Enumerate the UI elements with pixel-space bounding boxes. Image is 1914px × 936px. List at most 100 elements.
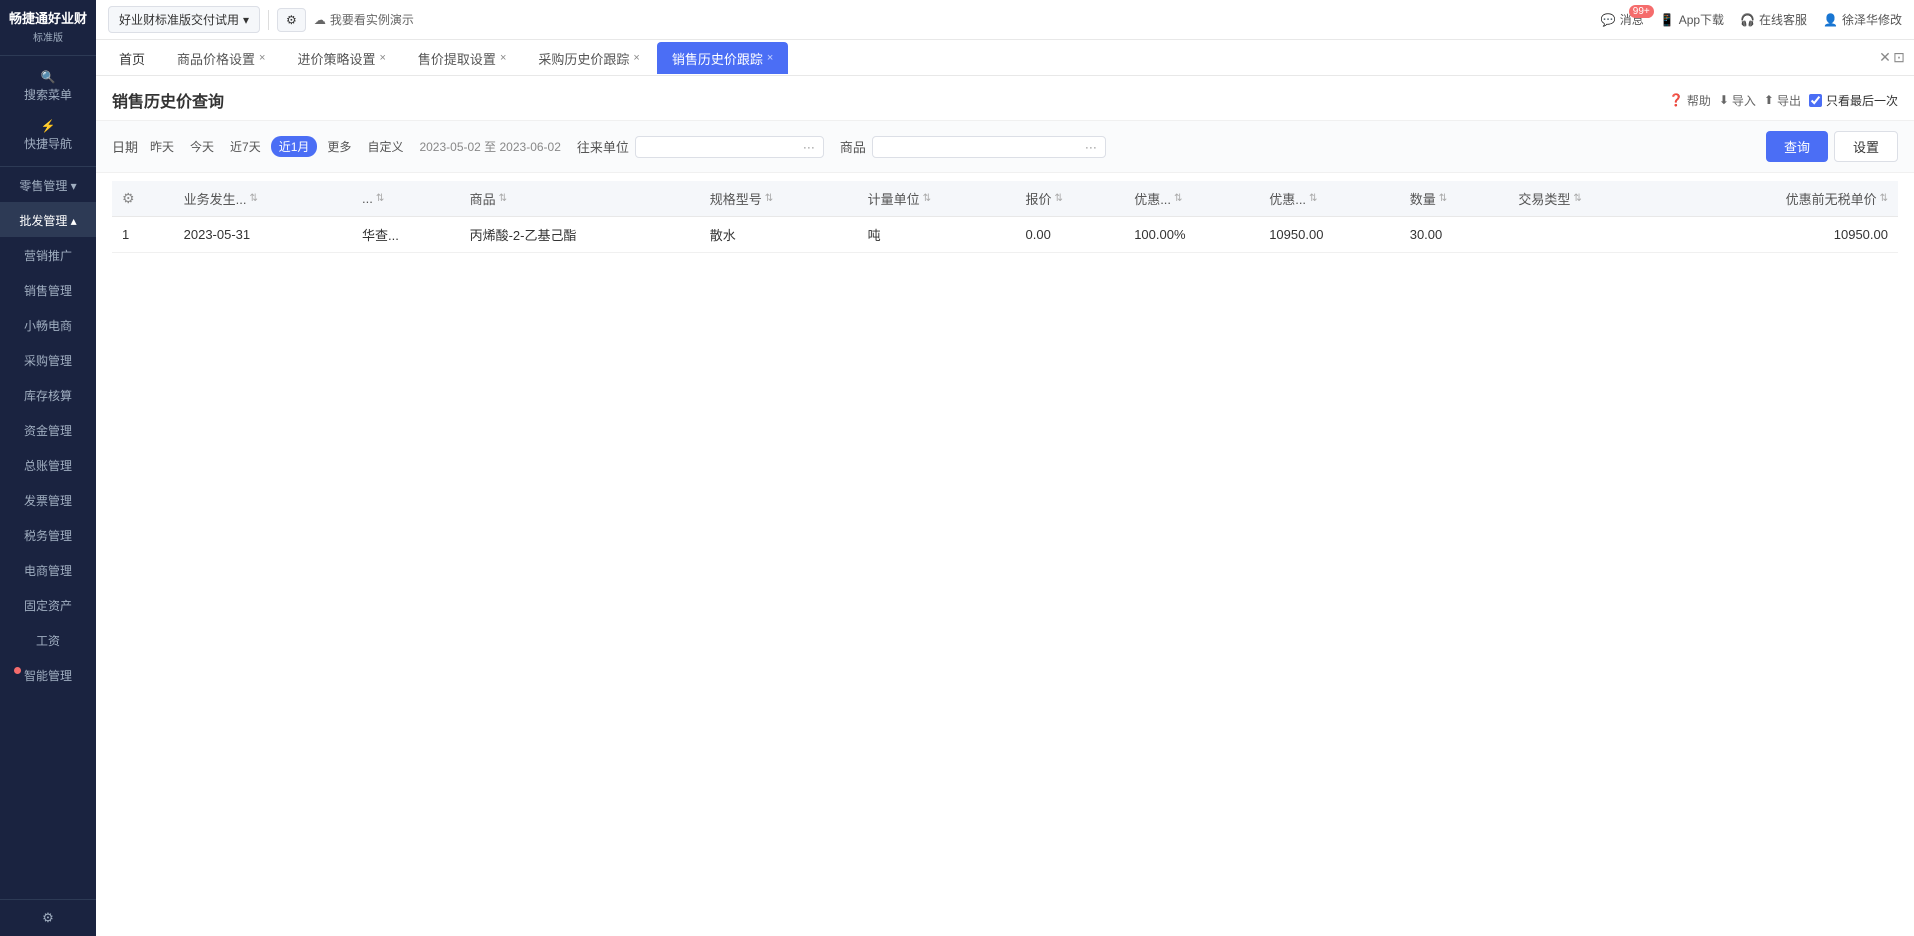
col-pretax-header[interactable]: 优惠前无税单价 (1666, 181, 1898, 217)
cell-unit: 吨 (858, 217, 1016, 253)
close-window-button[interactable]: ✕ (1878, 51, 1892, 65)
settings-button-filter[interactable]: 设置 (1834, 131, 1898, 162)
col-qty-header[interactable]: 数量 (1400, 181, 1509, 217)
col-goods-sort[interactable]: 商品 (470, 189, 507, 208)
sidebar-item-search[interactable]: 🔍 搜索菜单 (0, 62, 96, 111)
col-discount2-sort[interactable]: 优惠... (1269, 189, 1317, 208)
sidebar-item-sales[interactable]: 销售管理 (0, 272, 96, 307)
col-goods-header[interactable]: 商品 (460, 181, 700, 217)
source-more-btn[interactable]: ··· (803, 140, 815, 154)
goods-more-btn[interactable]: ··· (1085, 140, 1097, 154)
sidebar-item-marketing[interactable]: 营销推广 (0, 237, 96, 272)
topbar-right: 💬 消息 99+ 📱 App下载 🎧 在线客服 👤 徐泽华修改 (1601, 11, 1902, 28)
goods-input[interactable] (881, 140, 1081, 154)
col-price-header[interactable]: 报价 (1016, 181, 1125, 217)
tab-strategy[interactable]: 进价策略设置 × (282, 42, 400, 74)
tab-price[interactable]: 商品价格设置 × (162, 42, 280, 74)
col-pretax-sort[interactable]: 优惠前无税单价 (1786, 189, 1888, 208)
tab-sales-history[interactable]: 销售历史价跟踪 × (657, 42, 788, 74)
main-area: 好业财标准版交付试用 ▾ ⚙ ☁ 我要看实例演示 💬 消息 99+ 📱 App下… (96, 0, 1914, 936)
col-spec-sort[interactable]: 规格型号 (710, 189, 773, 208)
maximize-window-button[interactable]: ⊡ (1892, 51, 1906, 65)
table-body: 1 2023-05-31 华查... 丙烯酸-2-乙基己酯 散水 吨 0.00 … (112, 217, 1898, 253)
help-icon: ❓ (1669, 93, 1684, 107)
col-discount2-header[interactable]: 优惠... (1259, 181, 1400, 217)
help-link[interactable]: ❓ 帮助 (1669, 92, 1711, 109)
sidebar-item-ledger[interactable]: 总账管理 (0, 447, 96, 482)
col-unit-sort[interactable]: 计量单位 (868, 189, 931, 208)
date-opt-more[interactable]: 更多 (321, 136, 357, 157)
date-opt-custom[interactable]: 自定义 (361, 136, 409, 157)
col-discount1-header[interactable]: 优惠... (1124, 181, 1259, 217)
tab-strategy-label: 进价策略设置 (297, 49, 375, 68)
col-extra-sort[interactable]: ... (362, 191, 384, 206)
table-head: ⚙ 业务发生... ... 商品 规格型号 计量单位 报价 优惠... 优惠..… (112, 181, 1898, 217)
col-price-sort[interactable]: 报价 (1026, 189, 1063, 208)
cell-price: 0.00 (1016, 217, 1125, 253)
source-filter-label: 往来单位 (577, 137, 629, 156)
sidebar-item-purchase[interactable]: 采购管理 (0, 342, 96, 377)
online-service-button[interactable]: 🎧 在线客服 (1740, 11, 1807, 28)
tab-home[interactable]: 首页 (104, 42, 160, 74)
tab-extract[interactable]: 售价提取设置 × (403, 42, 521, 74)
col-date-header[interactable]: 业务发生... (174, 181, 352, 217)
sidebar-item-ecom[interactable]: 电商管理 (0, 552, 96, 587)
app-download-button[interactable]: 📱 App下载 (1660, 11, 1724, 28)
sidebar-item-salary[interactable]: 工资 (0, 622, 96, 657)
date-opt-yesterday[interactable]: 昨天 (144, 136, 180, 157)
user-menu[interactable]: 👤 徐泽华修改 (1823, 11, 1902, 28)
demo-link[interactable]: ☁ 我要看实例演示 (314, 11, 414, 28)
data-table-wrap: ⚙ 业务发生... ... 商品 规格型号 计量单位 报价 优惠... 优惠..… (96, 173, 1914, 261)
tab-strategy-close[interactable]: × (379, 52, 385, 64)
import-link[interactable]: ⬇ 导入 (1719, 92, 1756, 109)
tab-purchase-history-close[interactable]: × (633, 52, 639, 64)
col-discount1-sort[interactable]: 优惠... (1134, 189, 1182, 208)
sidebar-item-wholesale[interactable]: 批发管理 ▴ (0, 202, 96, 237)
sidebar-settings[interactable]: ⚙ (0, 899, 96, 936)
col-date-sort[interactable]: 业务发生... (184, 189, 258, 208)
sidebar-item-finance[interactable]: 资金管理 (0, 412, 96, 447)
sidebar-item-ecom-small[interactable]: 小畅电商 (0, 307, 96, 342)
tab-sales-history-close[interactable]: × (767, 52, 773, 64)
table-col-settings-icon[interactable]: ⚙ (122, 190, 135, 206)
export-link[interactable]: ⬆ 导出 (1764, 92, 1801, 109)
product-switcher[interactable]: 好业财标准版交付试用 ▾ (108, 6, 260, 33)
sidebar-item-assets[interactable]: 固定资产 (0, 587, 96, 622)
tab-price-close[interactable]: × (259, 52, 265, 64)
col-qty-sort[interactable]: 数量 (1410, 189, 1447, 208)
sidebar-item-quicknav[interactable]: ⚡ 快捷导航 (0, 111, 96, 160)
sidebar-item-retail[interactable]: 零售管理 ▾ (0, 167, 96, 202)
page-title: 销售历史价查询 (112, 88, 224, 112)
col-transtype-header[interactable]: 交易类型 (1508, 181, 1666, 217)
sidebar-item-smart[interactable]: 智能管理 (0, 657, 96, 692)
date-opt-last7[interactable]: 近7天 (224, 136, 267, 157)
import-label: 导入 (1732, 92, 1756, 109)
messages-button[interactable]: 💬 消息 99+ (1601, 11, 1644, 28)
date-opt-last1m[interactable]: 近1月 (271, 136, 318, 157)
table-row[interactable]: 1 2023-05-31 华查... 丙烯酸-2-乙基己酯 散水 吨 0.00 … (112, 217, 1898, 253)
col-transtype-sort[interactable]: 交易类型 (1518, 189, 1581, 208)
col-spec-header[interactable]: 规格型号 (700, 181, 858, 217)
cell-extra: 华查... (352, 217, 460, 253)
date-range-display: 2023-05-02 至 2023-06-02 (419, 138, 560, 155)
user-avatar-icon: 👤 (1823, 13, 1838, 27)
col-unit-header[interactable]: 计量单位 (858, 181, 1016, 217)
phone-icon: 📱 (1660, 13, 1675, 27)
settings-button[interactable]: ⚙ (277, 8, 306, 32)
col-settings-header[interactable]: ⚙ (112, 181, 174, 217)
sidebar-item-invoice[interactable]: 发票管理 (0, 482, 96, 517)
sidebar-menu: 零售管理 ▾ 批发管理 ▴ 营销推广 销售管理 小畅电商 采购管理 库存核算 资… (0, 167, 96, 899)
source-input[interactable] (644, 140, 799, 154)
only-last-checkbox-label[interactable]: 只看最后一次 (1809, 92, 1898, 109)
sidebar-item-inventory[interactable]: 库存核算 (0, 377, 96, 412)
tab-purchase-history[interactable]: 采购历史价跟踪 × (523, 42, 654, 74)
settings-gear-icon: ⚙ (42, 910, 54, 926)
tab-extract-close[interactable]: × (500, 52, 506, 64)
only-last-checkbox[interactable] (1809, 94, 1822, 107)
col-extra-header[interactable]: ... (352, 181, 460, 217)
query-button[interactable]: 查询 (1766, 131, 1828, 162)
sidebar: 畅捷通好业财 标准版 🔍 搜索菜单 ⚡ 快捷导航 零售管理 ▾ 批发管理 ▴ 营… (0, 0, 96, 936)
sidebar-item-tax[interactable]: 税务管理 (0, 517, 96, 552)
date-opt-today[interactable]: 今天 (184, 136, 220, 157)
product-name: 好业财标准版交付试用 (119, 11, 239, 28)
